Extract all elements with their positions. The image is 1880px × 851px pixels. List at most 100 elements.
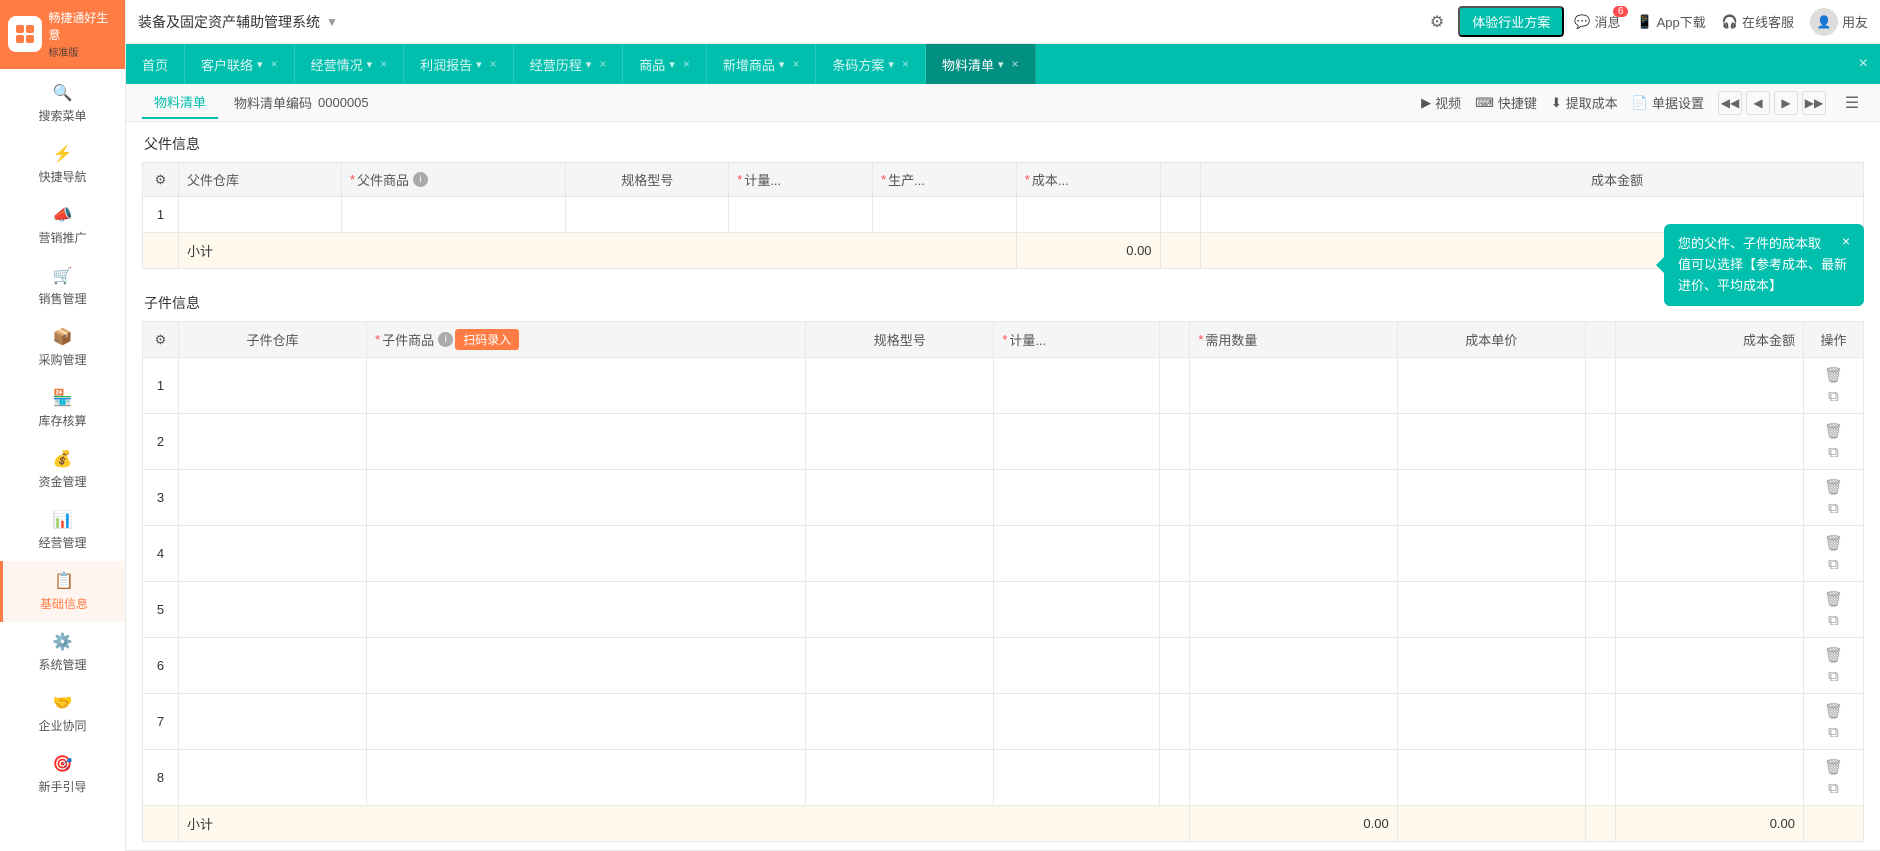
delete-btn[interactable]: 🗑: [1820, 588, 1847, 610]
tab-customer[interactable]: 客户联络 ▾ ×: [185, 44, 295, 84]
tab-close-icon[interactable]: ×: [683, 57, 690, 71]
sidebar-logo[interactable]: 畅捷通好生意 标准版: [0, 0, 125, 69]
child-cell-unit-cost[interactable]: [1397, 526, 1585, 582]
delete-btn[interactable]: 🗑: [1820, 476, 1847, 498]
tab-close-icon[interactable]: ×: [902, 57, 909, 71]
child-cell-product[interactable]: [367, 470, 806, 526]
copy-btn[interactable]: ⧉: [1824, 442, 1843, 463]
extract-cost-btn[interactable]: ⬇ 提取成本: [1551, 93, 1618, 112]
delete-btn[interactable]: 🗑: [1820, 644, 1847, 666]
sidebar-item-guide[interactable]: 🎯 新手引导: [0, 744, 125, 805]
view-btn[interactable]: ▶ 视频: [1421, 93, 1461, 112]
tab-bom[interactable]: 物料清单 ▾ ×: [926, 44, 1036, 84]
info-icon-child[interactable]: i: [438, 332, 453, 347]
list-view-btn[interactable]: ☰: [1840, 91, 1864, 115]
sidebar-item-search[interactable]: 🔍 搜索菜单: [0, 73, 125, 134]
sidebar-item-marketing[interactable]: 📣 营销推广: [0, 195, 125, 256]
child-cell-needed[interactable]: [1190, 414, 1397, 470]
prev-first-btn[interactable]: ◀◀: [1718, 91, 1742, 115]
tab-history[interactable]: 经营历程 ▾ ×: [514, 44, 624, 84]
child-cell-spec[interactable]: [806, 582, 994, 638]
prev-btn[interactable]: ◀: [1746, 91, 1770, 115]
th-child-gear[interactable]: ⚙: [143, 322, 179, 358]
child-cell-cost-amount[interactable]: [1615, 582, 1803, 638]
child-cell-needed[interactable]: [1190, 750, 1397, 806]
tab-home[interactable]: 首页: [126, 44, 185, 84]
child-cell-unit-cost[interactable]: [1397, 750, 1585, 806]
child-cell-cost-amount[interactable]: [1615, 414, 1803, 470]
child-cell-cost-amount[interactable]: [1615, 358, 1803, 414]
child-cell-unit-cost[interactable]: [1397, 470, 1585, 526]
child-cell-quantity[interactable]: [994, 750, 1160, 806]
tab-operation-status[interactable]: 经营情况 ▾ ×: [295, 44, 405, 84]
next-btn[interactable]: ▶: [1774, 91, 1798, 115]
topbar-dropdown-arrow[interactable]: ▼: [326, 15, 338, 29]
child-cell-product[interactable]: [367, 694, 806, 750]
user-btn[interactable]: 👤 用友: [1810, 8, 1868, 36]
child-cell-warehouse[interactable]: [179, 694, 367, 750]
sidebar-item-finance[interactable]: 💰 资金管理: [0, 439, 125, 500]
tab-close-icon[interactable]: ×: [599, 57, 606, 71]
child-cell-cost-amount[interactable]: [1615, 470, 1803, 526]
tab-close-icon[interactable]: ×: [792, 57, 799, 71]
th-parent-gear[interactable]: ⚙: [143, 163, 179, 197]
delete-btn[interactable]: 🗑: [1820, 700, 1847, 722]
copy-btn[interactable]: ⧉: [1824, 778, 1843, 799]
child-cell-quantity[interactable]: [994, 470, 1160, 526]
online-support-btn[interactable]: 🎧 在线客服: [1722, 12, 1794, 31]
app-download-btn[interactable]: 📱 App下载: [1636, 12, 1705, 31]
child-cell-cost-amount[interactable]: [1615, 526, 1803, 582]
child-cell-unit-cost[interactable]: [1397, 638, 1585, 694]
tab-barcode[interactable]: 条码方案 ▾ ×: [816, 44, 926, 84]
child-cell-needed[interactable]: [1190, 358, 1397, 414]
tab-close-icon[interactable]: ×: [490, 57, 497, 71]
child-cell-quantity[interactable]: [994, 526, 1160, 582]
tab-close-icon[interactable]: ×: [271, 57, 278, 71]
sidebar-item-purchase[interactable]: 📦 采购管理: [0, 317, 125, 378]
child-cell-warehouse[interactable]: [179, 470, 367, 526]
single-setting-btn[interactable]: 📄 单据设置: [1632, 93, 1704, 112]
child-cell-needed[interactable]: [1190, 526, 1397, 582]
tab-close-icon[interactable]: ×: [1012, 57, 1019, 71]
child-cell-warehouse[interactable]: [179, 582, 367, 638]
tab-new-goods[interactable]: 新增商品 ▾ ×: [707, 44, 817, 84]
tab-close-icon[interactable]: ×: [380, 57, 387, 71]
child-cell-cost-amount[interactable]: [1615, 638, 1803, 694]
child-cell-product[interactable]: [367, 526, 806, 582]
delete-btn[interactable]: 🗑: [1820, 532, 1847, 554]
sidebar-item-collab[interactable]: 🤝 企业协同: [0, 683, 125, 744]
child-cell-warehouse[interactable]: [179, 750, 367, 806]
parent-cell-product[interactable]: [341, 197, 565, 233]
child-cell-product[interactable]: [367, 638, 806, 694]
child-cell-product[interactable]: [367, 358, 806, 414]
child-cell-needed[interactable]: [1190, 470, 1397, 526]
parent-cell-production[interactable]: [873, 197, 1017, 233]
child-cell-cost-amount[interactable]: [1615, 694, 1803, 750]
copy-btn[interactable]: ⧉: [1824, 722, 1843, 743]
copy-btn[interactable]: ⧉: [1824, 610, 1843, 631]
child-cell-needed[interactable]: [1190, 638, 1397, 694]
child-cell-quantity[interactable]: [994, 694, 1160, 750]
scan-button[interactable]: 扫码录入: [455, 329, 519, 350]
next-last-btn[interactable]: ▶▶: [1802, 91, 1826, 115]
child-cell-spec[interactable]: [806, 694, 994, 750]
info-icon[interactable]: i: [413, 172, 428, 187]
child-cell-quantity[interactable]: [994, 414, 1160, 470]
child-cell-spec[interactable]: [806, 526, 994, 582]
copy-btn[interactable]: ⧉: [1824, 554, 1843, 575]
child-cell-quantity[interactable]: [994, 638, 1160, 694]
sidebar-item-sales[interactable]: 🛒 销售管理: [0, 256, 125, 317]
child-cell-unit-cost[interactable]: [1397, 358, 1585, 414]
sidebar-item-quick[interactable]: ⚡ 快捷导航: [0, 134, 125, 195]
child-cell-product[interactable]: [367, 414, 806, 470]
copy-btn[interactable]: ⧉: [1824, 498, 1843, 519]
delete-btn[interactable]: 🗑: [1820, 420, 1847, 442]
topbar-gear-icon[interactable]: ⚙: [1430, 12, 1444, 32]
tooltip-close-btn[interactable]: ×: [1842, 234, 1850, 248]
child-cell-spec[interactable]: [806, 414, 994, 470]
parent-cell-cost[interactable]: [1016, 197, 1160, 233]
child-cell-unit-cost[interactable]: [1397, 694, 1585, 750]
child-cell-cost-amount[interactable]: [1615, 750, 1803, 806]
child-cell-spec[interactable]: [806, 638, 994, 694]
delete-btn[interactable]: 🗑: [1820, 756, 1847, 778]
